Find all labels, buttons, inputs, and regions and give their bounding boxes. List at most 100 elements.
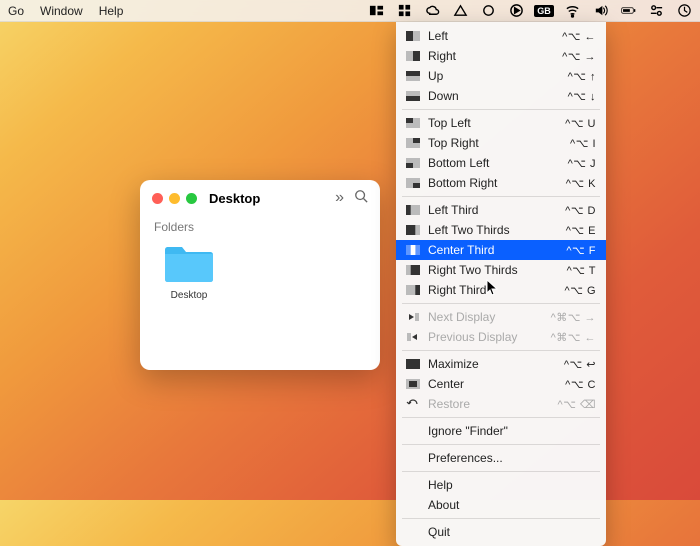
separator <box>402 518 600 519</box>
up-icon <box>406 71 420 81</box>
shortcut: ^⌥ ↩ <box>564 358 596 371</box>
zoom-button[interactable] <box>186 193 197 204</box>
menu-item-bottom-left[interactable]: Bottom Left ^⌥ J <box>396 153 606 173</box>
search-icon[interactable] <box>354 189 368 208</box>
menu-item-label: Left <box>428 29 448 43</box>
separator <box>402 350 600 351</box>
menu-go[interactable]: Go <box>8 4 24 18</box>
grid-icon[interactable] <box>396 3 412 19</box>
shortcut: ^⌥ I <box>570 137 596 150</box>
menu-item-right-two-thirds[interactable]: Right Two Thirds^⌥ T <box>396 260 606 280</box>
menu-item-ignore-finder-[interactable]: Ignore "Finder" <box>396 421 606 441</box>
menu-item-maximize[interactable]: Maximize^⌥ ↩ <box>396 354 606 374</box>
menu-item-label: Bottom Right <box>428 176 497 190</box>
menu-item-right[interactable]: Right^⌥ → <box>396 46 606 66</box>
l3-icon <box>406 205 420 215</box>
max-icon <box>406 359 420 369</box>
shortcut: ^⌥ ← <box>562 30 596 43</box>
menu-item-label: Top Right <box>428 136 479 150</box>
circle-icon[interactable] <box>480 3 496 19</box>
separator <box>402 109 600 110</box>
separator <box>402 417 600 418</box>
menu-window[interactable]: Window <box>40 4 83 18</box>
menu-item-label: Left Third <box>428 203 478 217</box>
menu-item-about[interactable]: About <box>396 495 606 515</box>
bl-icon <box>406 158 420 168</box>
shortcut: ^⌥ D <box>565 204 596 217</box>
menu-item-label: Bottom Left <box>428 156 489 170</box>
pd-icon <box>406 332 420 342</box>
rectangle-app-icon[interactable] <box>368 3 384 19</box>
menu-item-up[interactable]: Up ^⌥ ↑ <box>396 66 606 86</box>
creative-cloud-icon[interactable] <box>424 3 440 19</box>
gb-icon[interactable]: GB <box>536 3 552 19</box>
minimize-button[interactable] <box>169 193 180 204</box>
folder-icon <box>163 244 215 284</box>
menu-item-label: Down <box>428 89 459 103</box>
separator <box>402 196 600 197</box>
menu-item-label: Right <box>428 49 456 63</box>
menu-item-label: Right Two Thirds <box>428 263 518 277</box>
menu-item-label: Center <box>428 377 464 391</box>
shortcut: ^⌥ ⌫ <box>558 398 596 411</box>
menu-item-down[interactable]: Down ^⌥ ↓ <box>396 86 606 106</box>
down-icon <box>406 91 420 101</box>
shortcut: ^⌥ C <box>565 378 596 391</box>
shortcut: ^⌘⌥ → <box>551 311 596 324</box>
traffic-lights <box>152 193 197 204</box>
menu-item-right-third[interactable]: Right Third ^⌥ G <box>396 280 606 300</box>
menu-item-label: Restore <box>428 397 470 411</box>
menu-item-label: Next Display <box>428 310 495 324</box>
shortcut: ^⌥ J <box>568 157 596 170</box>
folder-item[interactable]: Desktop <box>154 244 224 301</box>
left-icon <box>406 31 420 41</box>
volume-icon[interactable] <box>592 3 608 19</box>
shortcut: ^⌥ ↓ <box>568 90 596 103</box>
play-circle-icon[interactable] <box>508 3 524 19</box>
cen-icon <box>406 379 420 389</box>
menu-item-help[interactable]: Help <box>396 475 606 495</box>
menu-item-left-third[interactable]: Left Third ^⌥ D <box>396 200 606 220</box>
menu-item-left-two-thirds[interactable]: Left Two Thirds^⌥ E <box>396 220 606 240</box>
wifi-icon[interactable] <box>564 3 580 19</box>
shortcut: ^⌥ F <box>566 244 596 257</box>
tr-icon <box>406 138 420 148</box>
br-icon <box>406 178 420 188</box>
close-button[interactable] <box>152 193 163 204</box>
folder-label: Desktop <box>171 290 208 301</box>
menu-item-label: Right Third <box>428 283 486 297</box>
battery-icon[interactable] <box>620 3 636 19</box>
finder-section-header: Folders <box>140 216 380 234</box>
clock-icon[interactable] <box>676 3 692 19</box>
menu-item-center-third[interactable]: Center Third ^⌥ F <box>396 240 606 260</box>
r23-icon <box>406 265 420 275</box>
menu-help[interactable]: Help <box>99 4 124 18</box>
right-icon <box>406 51 420 61</box>
r3-icon <box>406 285 420 295</box>
res-icon <box>406 399 420 409</box>
menu-item-label: Center Third <box>428 243 494 257</box>
shortcut: ^⌥ K <box>566 177 596 190</box>
separator <box>402 444 600 445</box>
menubar: Go Window Help GB <box>0 0 700 22</box>
menu-item-top-left[interactable]: Top Left^⌥ U <box>396 113 606 133</box>
c3-icon <box>406 245 420 255</box>
menu-item-label: Up <box>428 69 443 83</box>
menu-item-bottom-right[interactable]: Bottom Right ^⌥ K <box>396 173 606 193</box>
menu-item-label: Previous Display <box>428 330 517 344</box>
shortcut: ^⌥ G <box>565 284 596 297</box>
menu-item-preferences-[interactable]: Preferences... <box>396 448 606 468</box>
finder-window[interactable]: Desktop » Folders Desktop <box>140 180 380 370</box>
menu-item-quit[interactable]: Quit <box>396 522 606 542</box>
finder-titlebar[interactable]: Desktop » <box>140 180 380 216</box>
more-icon[interactable]: » <box>335 189 344 208</box>
menu-item-center[interactable]: Center ^⌥ C <box>396 374 606 394</box>
menu-item-top-right[interactable]: Top Right ^⌥ I <box>396 133 606 153</box>
control-center-icon[interactable] <box>648 3 664 19</box>
rectangle-menu: Left ^⌥ ← Right^⌥ → Up ^⌥ ↑ Down ^⌥ ↓ Top Left^… <box>396 22 606 546</box>
shortcut: ^⌥ ↑ <box>568 70 596 83</box>
shortcut: ^⌥ E <box>566 224 596 237</box>
menu-item-left[interactable]: Left ^⌥ ← <box>396 26 606 46</box>
shortcut: ^⌘⌥ ← <box>551 331 596 344</box>
triangle-icon[interactable] <box>452 3 468 19</box>
